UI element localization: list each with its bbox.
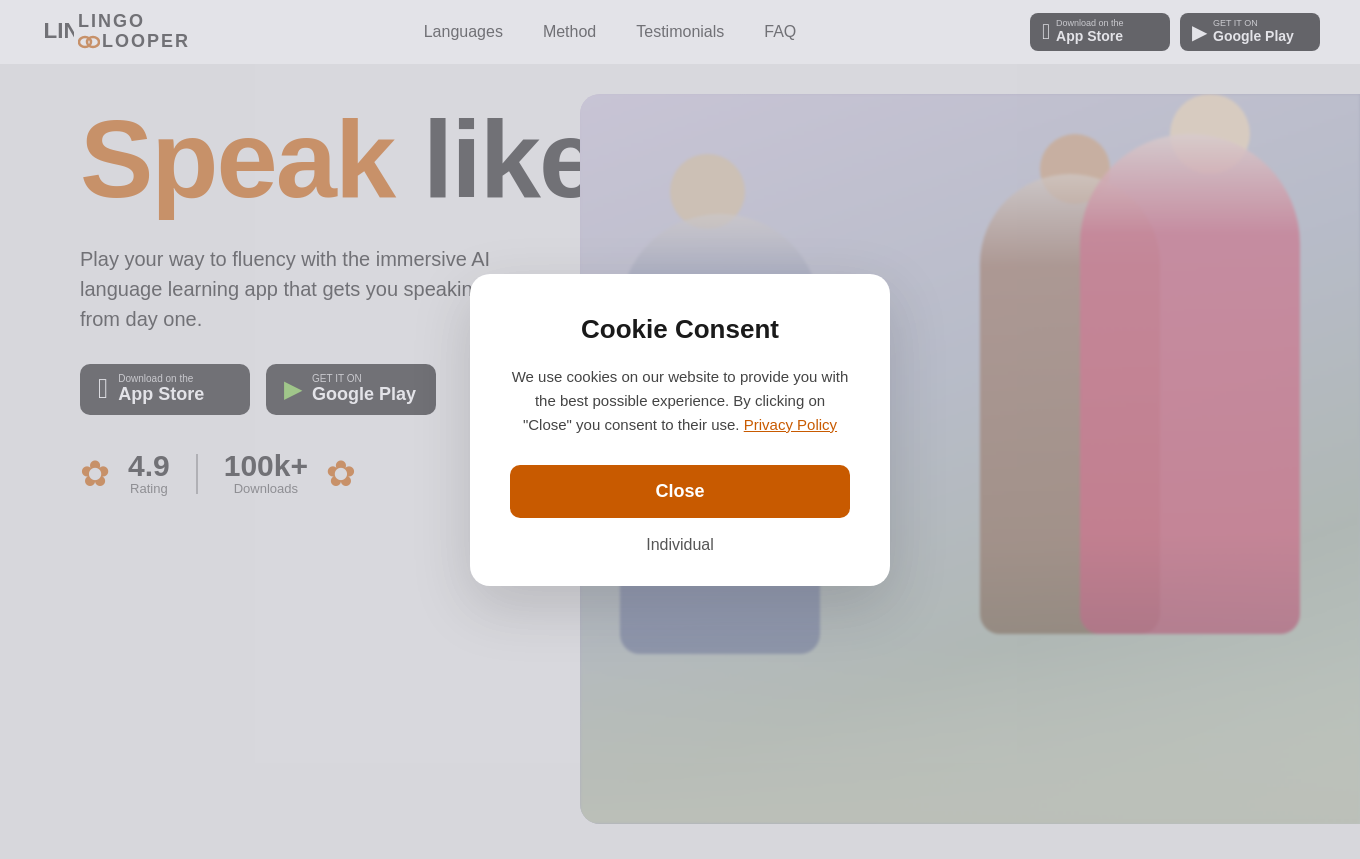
modal-individual-button[interactable]: Individual (510, 536, 850, 554)
privacy-policy-link[interactable]: Privacy Policy (744, 416, 837, 433)
cookie-modal: Cookie Consent We use cookies on our web… (470, 274, 890, 586)
modal-title: Cookie Consent (510, 314, 850, 345)
modal-close-button[interactable]: Close (510, 465, 850, 518)
modal-body: We use cookies on our website to provide… (510, 365, 850, 437)
cookie-overlay: Cookie Consent We use cookies on our web… (0, 0, 1360, 859)
